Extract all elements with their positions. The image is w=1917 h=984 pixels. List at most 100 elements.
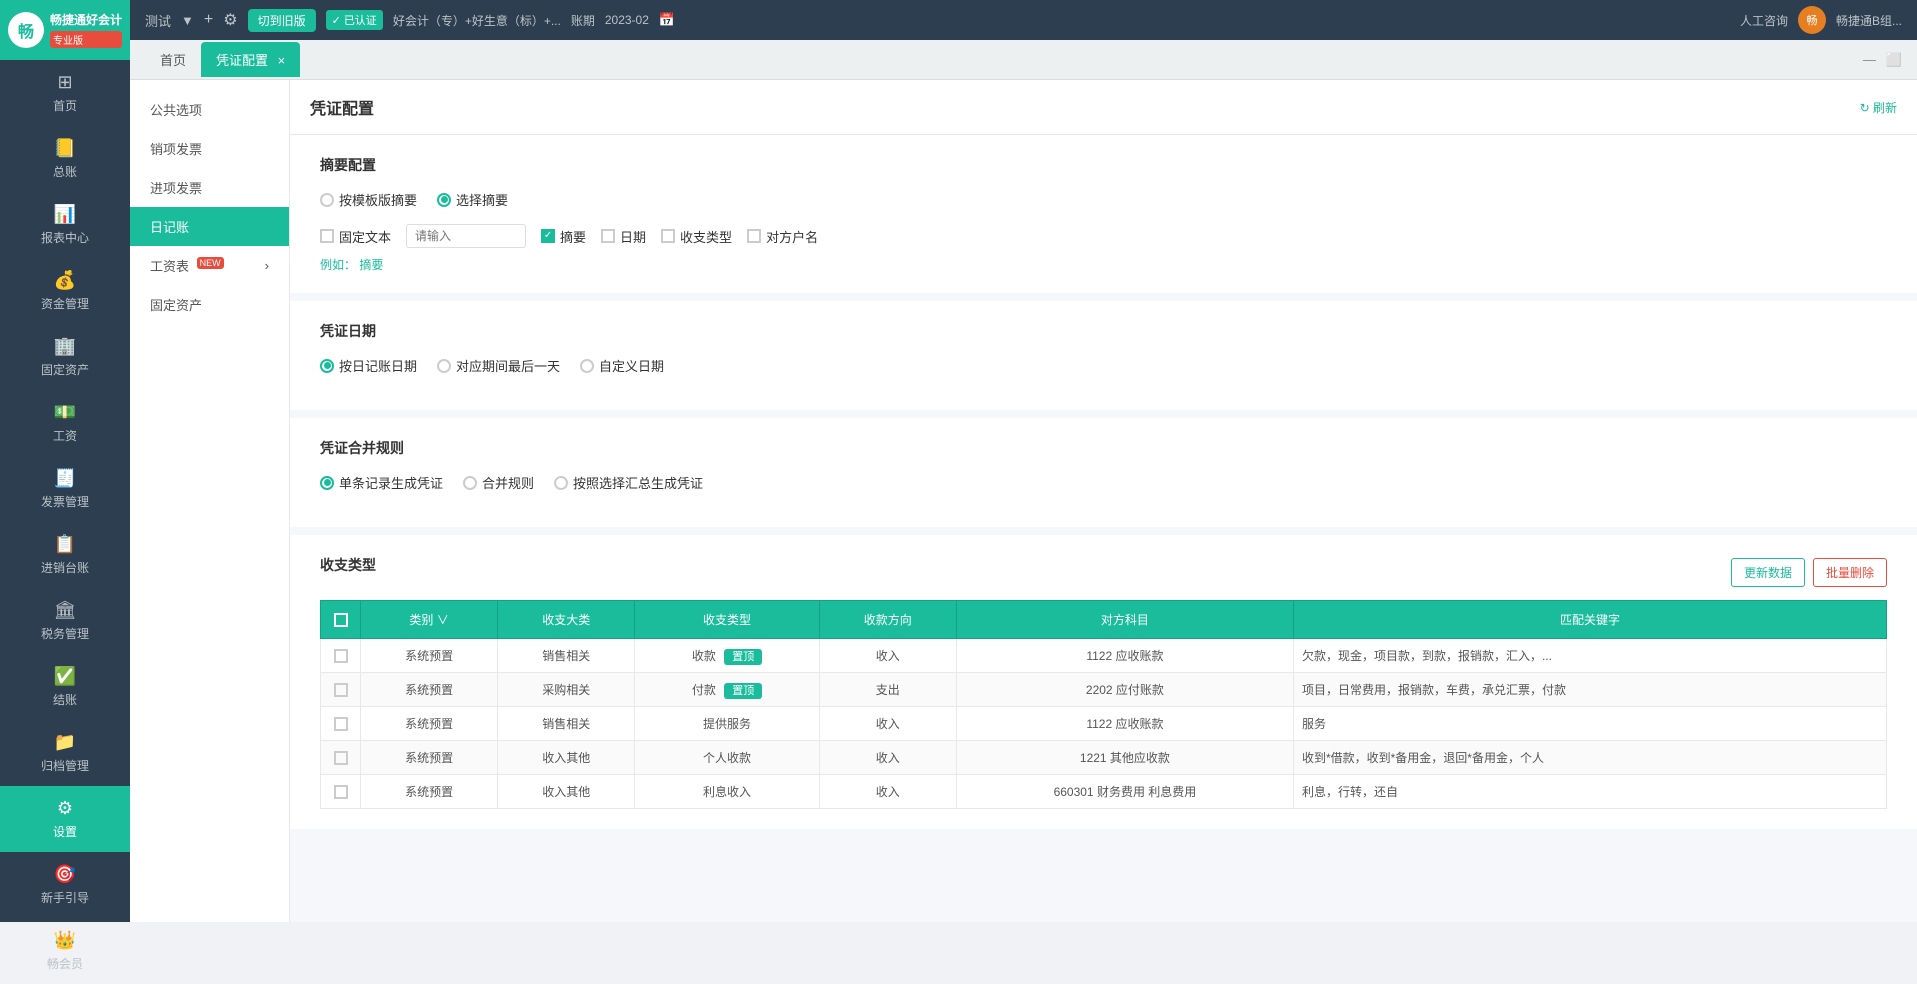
radio-custom-date[interactable]: 自定义日期 — [580, 356, 664, 375]
leftnav-purchase-invoice[interactable]: 进项发票 — [130, 168, 289, 207]
calendar-icon[interactable]: 📅 — [659, 12, 675, 28]
tabbar: 首页 凭证配置 × — ⬜ — [130, 40, 1917, 80]
tab-close-icon[interactable]: × — [278, 53, 286, 68]
sidebar-item-purchase[interactable]: 📋 进销台账 — [0, 522, 130, 588]
ledger-icon: 📒 — [54, 138, 76, 159]
checkbox-date[interactable]: 日期 — [601, 227, 646, 246]
period-label: 账期 — [571, 12, 595, 29]
add-icon[interactable]: + — [204, 11, 213, 29]
settings-icon: ⚙ — [57, 798, 73, 819]
table-row: 系统预置 采购相关 付款 置顶 支出 2202 应付账款 项目，日常费用，报销款… — [321, 673, 1887, 707]
td-checkbox-4[interactable] — [321, 741, 361, 775]
sidebar-item-assets[interactable]: 🏢 固定资产 — [0, 324, 130, 390]
refresh-btn[interactable]: ↻ 刷新 — [1860, 99, 1897, 116]
avatar: 畅 — [1798, 6, 1826, 34]
fixed-text-input[interactable] — [406, 224, 526, 248]
content-area: 公共选项 销项发票 进项发票 日记账 工资表 NEW › 固定资产 — [130, 80, 1917, 922]
sidebar-item-home[interactable]: ⊞ 首页 — [0, 60, 130, 126]
summary-radio-group: 按模板版摘要 选择摘要 — [320, 190, 1887, 209]
sidebar-item-guide[interactable]: 🎯 新手引导 — [0, 852, 130, 918]
radio-single-record[interactable]: 单条记录生成凭证 — [320, 473, 443, 492]
checkbox-summary[interactable]: 摘要 — [541, 227, 586, 246]
td-checkbox-1[interactable] — [321, 639, 361, 673]
checkbox-counterparty[interactable]: 对方户名 — [747, 227, 818, 246]
batch-delete-btn[interactable]: 批量删除 — [1813, 558, 1887, 587]
checkbox-summary-box — [541, 229, 555, 243]
td-checkbox-3[interactable] — [321, 707, 361, 741]
logo-icon: 畅 — [8, 12, 44, 48]
top-badge-0[interactable]: 置顶 — [724, 649, 762, 665]
topbar-right: 人工咨询 畅 畅捷通B组... — [1740, 6, 1902, 34]
checkbox-fixed-text[interactable]: 固定文本 — [320, 227, 391, 246]
tab-home[interactable]: 首页 — [145, 42, 201, 77]
date-section: 凭证日期 按日记账日期 对应期间最后一天 自定义日期 — [290, 301, 1917, 418]
merge-title: 凭证合并规则 — [320, 438, 1887, 458]
th-direction: 收款方向 — [819, 601, 956, 639]
minimize-icon[interactable]: — — [1863, 52, 1876, 67]
merge-radio-group: 单条记录生成凭证 合并规则 按照选择汇总生成凭证 — [320, 473, 1887, 492]
example-text: 例如： 摘要 — [320, 256, 1887, 273]
sidebar-item-ledger[interactable]: 📒 总账 — [0, 126, 130, 192]
radio-period-last[interactable]: 对应期间最后一天 — [437, 356, 560, 375]
update-data-btn[interactable]: 更新数据 — [1731, 558, 1805, 587]
salary-icon: 💵 — [54, 402, 76, 423]
th-type: 收支类型 — [635, 601, 819, 639]
leftnav-fixed-assets[interactable]: 固定资产 — [130, 285, 289, 324]
sidebar-item-settings[interactable]: ⚙ 设置 — [0, 786, 130, 852]
sidebar-item-reports[interactable]: 📊 报表中心 — [0, 192, 130, 258]
sidebar-item-tax[interactable]: 🏛 税务管理 — [0, 588, 130, 654]
reports-icon: 📊 — [54, 204, 76, 225]
top-badge-1[interactable]: 置顶 — [724, 683, 762, 699]
tax-icon: 🏛 — [54, 600, 77, 621]
radio-select[interactable]: 选择摘要 — [437, 190, 508, 209]
table-row: 系统预置 收入其他 利息收入 收入 660301 财务费用 利息费用 利息，行转… — [321, 775, 1887, 809]
radio-merge-rule[interactable]: 合并规则 — [463, 473, 534, 492]
sidebar-item-funds[interactable]: 💰 资金管理 — [0, 258, 130, 324]
merge-section: 凭证合并规则 单条记录生成凭证 合并规则 按照选择汇总生成凭证 — [290, 418, 1917, 535]
sidebar-item-close[interactable]: ✅ 结账 — [0, 654, 130, 720]
assets-icon: 🏢 — [54, 336, 76, 357]
leftnav-payroll[interactable]: 工资表 NEW › — [130, 246, 289, 285]
td-checkbox-5[interactable] — [321, 775, 361, 809]
td-checkbox-2[interactable] — [321, 673, 361, 707]
table-buttons: 更新数据 批量删除 — [1731, 558, 1887, 587]
radio-template[interactable]: 按模板版摘要 — [320, 190, 417, 209]
sidebar: 畅 畅捷通好会计 专业版 ⊞ 首页 📒 总账 📊 报表中心 💰 资金管理 🏢 固… — [0, 0, 130, 922]
leftnav-journal[interactable]: 日记账 — [130, 207, 289, 246]
radio-summary-generate[interactable]: 按照选择汇总生成凭证 — [554, 473, 703, 492]
income-title: 收支类型 — [320, 555, 376, 575]
select-all-checkbox[interactable] — [334, 613, 348, 627]
income-table: 类别 ∨ 收支大类 收支类型 收款方向 — [320, 600, 1887, 809]
summary-checkbox-row: 固定文本 摘要 日期 收支类型 — [320, 224, 1887, 248]
sidebar-item-archive[interactable]: 📁 归档管理 — [0, 720, 130, 786]
leftnav-sales-invoice[interactable]: 销项发票 — [130, 129, 289, 168]
radio-single-record-circle — [320, 476, 334, 490]
radio-summary-generate-circle — [554, 476, 568, 490]
checkbox-income-type[interactable]: 收支类型 — [661, 227, 732, 246]
funds-icon: 💰 — [54, 270, 76, 291]
member-icon: 👑 — [54, 930, 76, 951]
service-link[interactable]: 人工咨询 — [1740, 12, 1788, 29]
leftnav-public[interactable]: 公共选项 — [130, 90, 289, 129]
table-header: 收支类型 更新数据 批量删除 — [320, 555, 1887, 590]
radio-journal-date[interactable]: 按日记账日期 — [320, 356, 417, 375]
radio-custom-date-circle — [580, 359, 594, 373]
switch-version-btn[interactable]: 切到旧版 — [248, 9, 316, 32]
tab-voucher-config[interactable]: 凭证配置 × — [201, 42, 300, 77]
extra-tags: 好会计（专）+好生意（标）+... — [393, 12, 561, 29]
radio-merge-rule-circle — [463, 476, 477, 490]
invoice-icon: 🧾 — [54, 468, 76, 489]
th-category[interactable]: 类别 ∨ — [361, 601, 498, 639]
maximize-icon[interactable]: ⬜ — [1886, 52, 1902, 68]
purchase-icon: 📋 — [54, 534, 76, 555]
org-name: 测试 — [145, 11, 171, 30]
gear-icon[interactable]: ⚙ — [223, 10, 237, 30]
org-dropdown-icon[interactable]: ▼ — [181, 13, 194, 28]
sidebar-item-member[interactable]: 👑 畅会员 — [0, 918, 130, 984]
th-checkbox — [321, 601, 361, 639]
leftnav: 公共选项 销项发票 进项发票 日记账 工资表 NEW › 固定资产 — [130, 80, 290, 922]
table-row: 系统预置 销售相关 收款 置顶 收入 1122 应收账款 欠款，现金，项目款，到… — [321, 639, 1887, 673]
sidebar-item-salary[interactable]: 💵 工资 — [0, 390, 130, 456]
checkbox-counterparty-box — [747, 229, 761, 243]
sidebar-item-invoice[interactable]: 🧾 发票管理 — [0, 456, 130, 522]
